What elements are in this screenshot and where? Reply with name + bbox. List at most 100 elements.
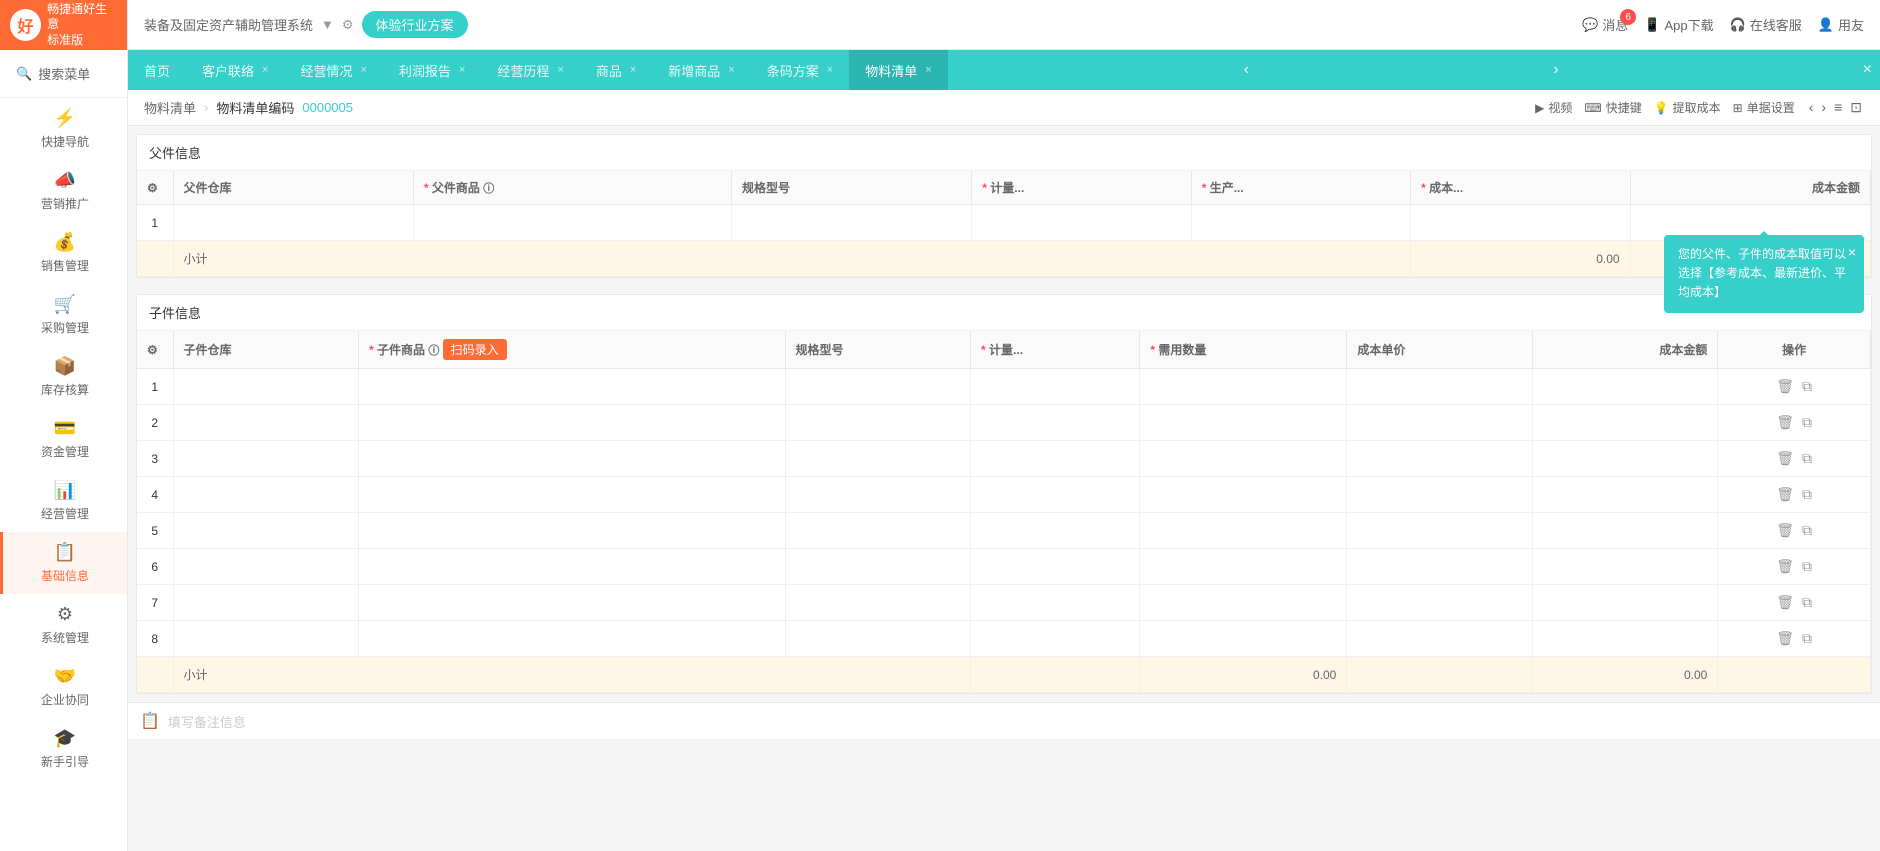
copy-icon-3[interactable]: ⧉ [1802, 486, 1812, 503]
child-cell-amount-2[interactable] [1532, 441, 1717, 477]
child-cell-unit-0[interactable] [971, 369, 1140, 405]
child-cell-qty-4[interactable] [1140, 513, 1347, 549]
child-cell-unit-7[interactable] [971, 621, 1140, 657]
delete-icon-6[interactable]: 🗑 [1776, 594, 1794, 611]
parent-cell-cost[interactable] [1411, 205, 1630, 241]
tab-profit[interactable]: 利润报告 × [383, 50, 481, 90]
child-cell-warehouse-6[interactable] [173, 585, 358, 621]
tab-close-history[interactable]: × [557, 64, 563, 76]
app-download-button[interactable]: 📱 App下载 [1644, 15, 1713, 34]
child-cell-spec-3[interactable] [785, 477, 970, 513]
child-cell-warehouse-0[interactable] [173, 369, 358, 405]
shortcut-button[interactable]: ⌨ 快捷键 [1584, 99, 1641, 116]
child-cell-qty-6[interactable] [1140, 585, 1347, 621]
video-button[interactable]: ▶ 视频 [1535, 99, 1572, 116]
child-cell-unit-3[interactable] [971, 477, 1140, 513]
child-cell-warehouse-7[interactable] [173, 621, 358, 657]
copy-icon-2[interactable]: ⧉ [1802, 450, 1812, 467]
tooltip-close-button[interactable]: × [1848, 241, 1856, 263]
child-cell-goods-4[interactable] [358, 513, 785, 549]
child-cell-warehouse-4[interactable] [173, 513, 358, 549]
child-cell-warehouse-1[interactable] [173, 405, 358, 441]
tab-history[interactable]: 经营历程 × [481, 50, 579, 90]
search-menu-button[interactable]: 🔍 搜索菜单 [8, 58, 119, 89]
child-cell-goods-1[interactable] [358, 405, 785, 441]
child-cell-unit-cost-4[interactable] [1347, 513, 1532, 549]
child-cell-goods-0[interactable] [358, 369, 785, 405]
child-cell-qty-1[interactable] [1140, 405, 1347, 441]
tab-customers[interactable]: 客户联络 × [186, 50, 284, 90]
tab-close-customers[interactable]: × [262, 64, 268, 76]
note-placeholder[interactable]: 填写备注信息 [168, 712, 246, 731]
cost-button[interactable]: 💡 提取成本 [1654, 99, 1721, 116]
message-button[interactable]: 💬 消息 6 [1582, 15, 1628, 34]
delete-icon-3[interactable]: 🗑 [1776, 486, 1794, 503]
tab-add-goods[interactable]: 新增商品 × [652, 50, 750, 90]
child-cell-qty-7[interactable] [1140, 621, 1347, 657]
tab-close-profit[interactable]: × [459, 64, 465, 76]
child-cell-unit-2[interactable] [971, 441, 1140, 477]
child-cell-spec-2[interactable] [785, 441, 970, 477]
child-cell-unit-4[interactable] [971, 513, 1140, 549]
parent-cell-warehouse[interactable] [173, 205, 413, 241]
child-cell-amount-5[interactable] [1532, 549, 1717, 585]
child-cell-unit-cost-6[interactable] [1347, 585, 1532, 621]
tab-barcode[interactable]: 条码方案 × [751, 50, 849, 90]
tab-operations[interactable]: 经营情况 × [284, 50, 382, 90]
delete-icon-5[interactable]: 🗑 [1776, 558, 1794, 575]
tab-goods[interactable]: 商品 × [580, 50, 652, 90]
child-cell-spec-6[interactable] [785, 585, 970, 621]
child-cell-warehouse-5[interactable] [173, 549, 358, 585]
child-cell-goods-5[interactable] [358, 549, 785, 585]
child-cell-qty-5[interactable] [1140, 549, 1347, 585]
child-cell-amount-0[interactable] [1532, 369, 1717, 405]
record-next[interactable]: › [1819, 99, 1828, 116]
child-cell-amount-3[interactable] [1532, 477, 1717, 513]
copy-icon-7[interactable]: ⧉ [1802, 630, 1812, 647]
copy-icon-0[interactable]: ⧉ [1802, 378, 1812, 395]
online-service-button[interactable]: 🎧 在线客服 [1730, 15, 1802, 34]
child-cell-unit-6[interactable] [971, 585, 1140, 621]
child-col-settings[interactable]: ⚙ [137, 331, 173, 369]
tab-home[interactable]: 首页 [128, 50, 186, 90]
sidebar-item-finance[interactable]: 💳 资金管理 [0, 408, 127, 470]
sidebar-item-system[interactable]: ⚙ 系统管理 [0, 594, 127, 656]
col-resize[interactable] [1528, 331, 1532, 368]
tab-close-operations[interactable]: × [360, 64, 366, 76]
child-cell-goods-7[interactable] [358, 621, 785, 657]
child-cell-unit-cost-7[interactable] [1347, 621, 1532, 657]
child-cell-spec-0[interactable] [785, 369, 970, 405]
delete-icon-7[interactable]: 🗑 [1776, 630, 1794, 647]
child-cell-warehouse-2[interactable] [173, 441, 358, 477]
child-cell-goods-3[interactable] [358, 477, 785, 513]
child-cell-unit-cost-0[interactable] [1347, 369, 1532, 405]
col-resize[interactable] [1406, 171, 1410, 204]
col-resize[interactable] [1187, 171, 1191, 204]
record-expand[interactable]: ⊡ [1848, 99, 1864, 116]
tab-close-add-goods[interactable]: × [728, 64, 734, 76]
col-resize[interactable] [1626, 171, 1630, 204]
child-cell-warehouse-3[interactable] [173, 477, 358, 513]
col-resize[interactable] [781, 331, 785, 368]
parent-cell-goods[interactable] [413, 205, 731, 241]
child-cell-unit-5[interactable] [971, 549, 1140, 585]
delete-icon-1[interactable]: 🗑 [1776, 414, 1794, 431]
child-cell-unit-cost-5[interactable] [1347, 549, 1532, 585]
copy-icon-1[interactable]: ⧉ [1802, 414, 1812, 431]
tab-close-bom[interactable]: × [925, 64, 931, 76]
child-cell-unit-cost-2[interactable] [1347, 441, 1532, 477]
sidebar-item-cooperation[interactable]: 🤝 企业协同 [0, 656, 127, 718]
child-cell-goods-6[interactable] [358, 585, 785, 621]
col-resize[interactable] [1135, 331, 1139, 368]
parent-cell-produce[interactable] [1191, 205, 1410, 241]
sidebar-item-quick-nav[interactable]: ⚡ 快捷导航 [0, 98, 127, 160]
child-cell-qty-3[interactable] [1140, 477, 1347, 513]
record-prev[interactable]: ‹ [1807, 99, 1816, 116]
sidebar-item-marketing[interactable]: 📣 营销推广 [0, 160, 127, 222]
col-resize[interactable] [354, 331, 358, 368]
parent-cell-unit[interactable] [972, 205, 1191, 241]
tab-nav-next[interactable]: › [1545, 61, 1566, 79]
settings-icon[interactable]: ⚙ [342, 17, 354, 33]
child-cell-amount-4[interactable] [1532, 513, 1717, 549]
tab-close-barcode[interactable]: × [827, 64, 833, 76]
